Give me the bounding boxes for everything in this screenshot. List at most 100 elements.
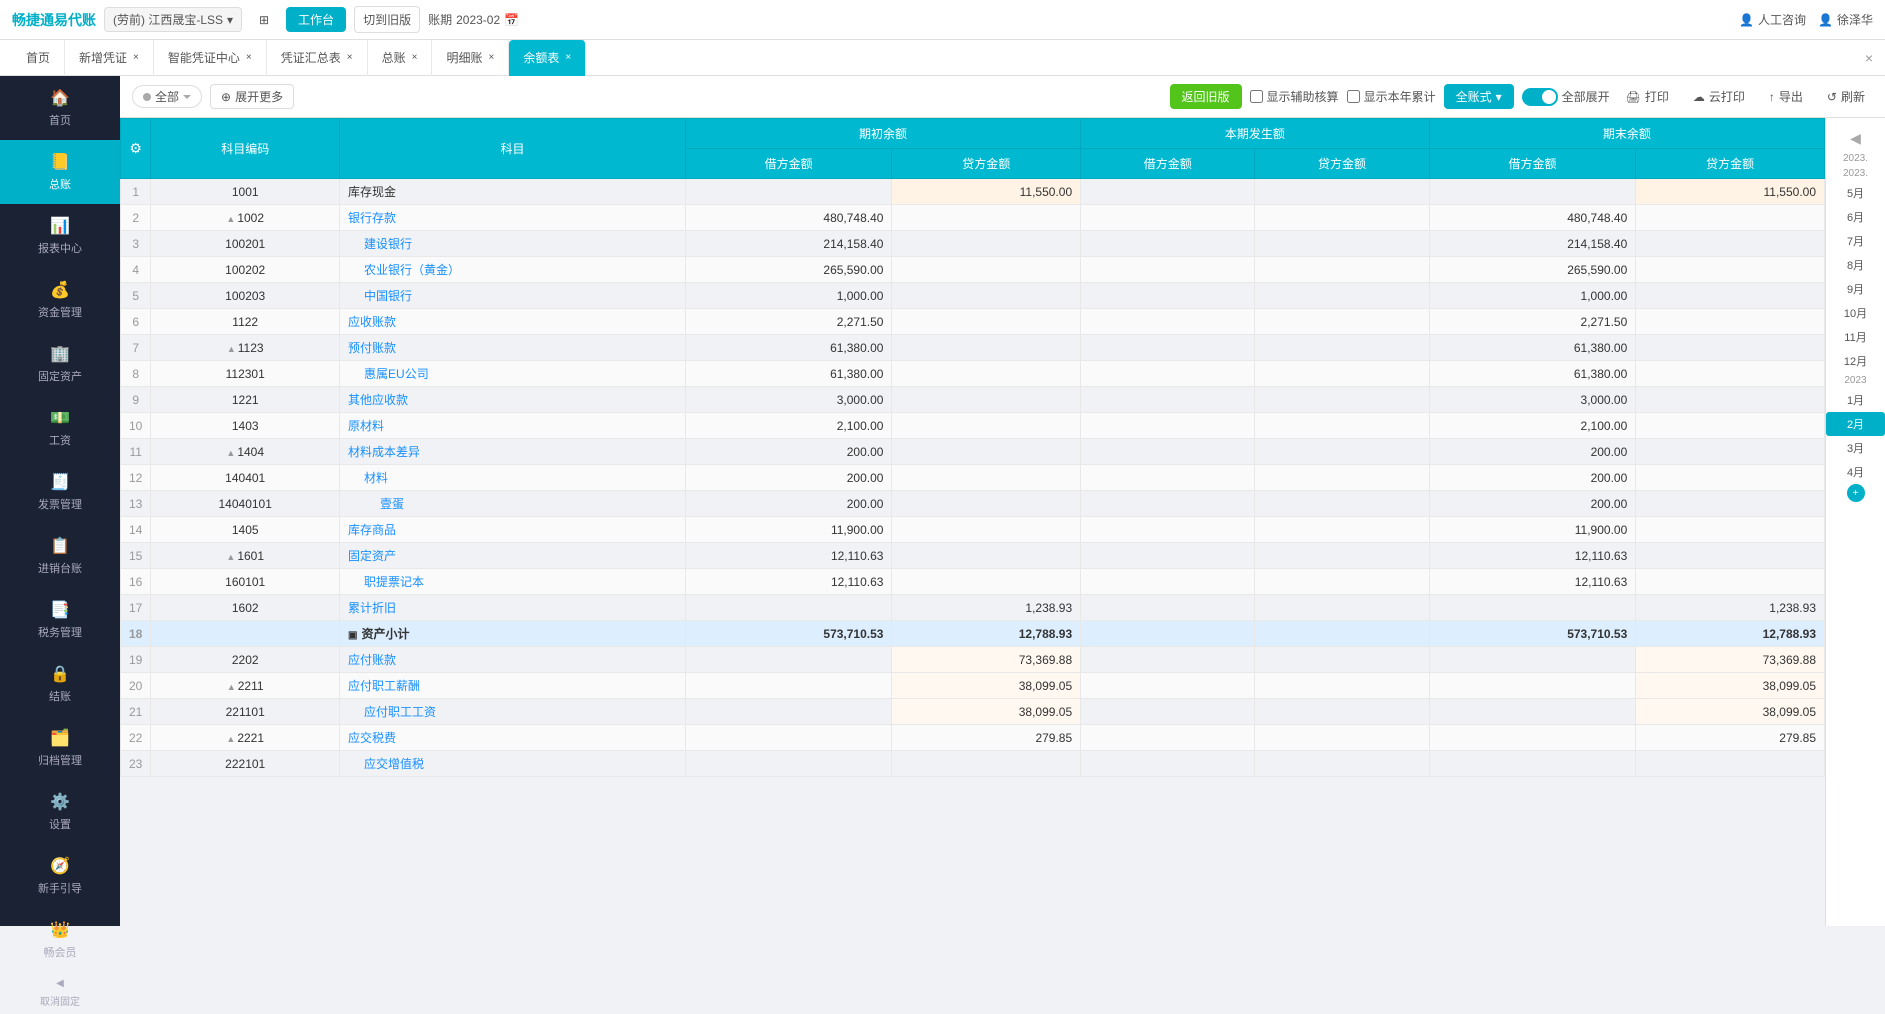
- month-item-6[interactable]: 6月: [1826, 205, 1885, 229]
- row-name-4[interactable]: 中国银行: [340, 283, 686, 309]
- row-name-link-1[interactable]: 银行存款: [348, 211, 396, 225]
- month-item-3[interactable]: 3月: [1826, 436, 1885, 460]
- row-name-12[interactable]: 壹蛋: [340, 491, 686, 517]
- row-name-22[interactable]: 应交增值税: [340, 751, 686, 777]
- switch-version-button[interactable]: 切到旧版: [354, 6, 420, 33]
- row-name-link-3[interactable]: 农业银行（黄金）: [364, 263, 460, 277]
- tab-ledger[interactable]: 总账 ×: [368, 40, 433, 76]
- row-name-19[interactable]: 应付职工薪酬: [340, 673, 686, 699]
- month-item-4[interactable]: 4月: [1826, 460, 1885, 484]
- help-section[interactable]: 👤 人工咨询: [1739, 11, 1806, 28]
- row-name-link-10[interactable]: 材料成本差异: [348, 445, 420, 459]
- refresh-button[interactable]: ↺ 刷新: [1819, 85, 1873, 108]
- row-name-link-8[interactable]: 其他应收款: [348, 393, 408, 407]
- full-format-button[interactable]: 全账式 ▾: [1444, 84, 1514, 109]
- row-name-8[interactable]: 其他应收款: [340, 387, 686, 413]
- table-container[interactable]: ⚙ 科目编码 科目 期初余额 本期发生额 期末余额 借方金额 贷方金额 借方金额: [120, 118, 1825, 926]
- tab-close-smart-verify[interactable]: ×: [246, 52, 252, 63]
- row-name-link-13[interactable]: 库存商品: [348, 523, 396, 537]
- row-name-link-16[interactable]: 累计折旧: [348, 601, 396, 615]
- sidebar-item-closing[interactable]: 🔒 结账: [0, 652, 120, 716]
- calendar-icon[interactable]: 📅: [504, 13, 519, 27]
- row-name-link-5[interactable]: 应收账款: [348, 315, 396, 329]
- row-name-5[interactable]: 应收账款: [340, 309, 686, 335]
- row-name-link-14[interactable]: 固定资产: [348, 549, 396, 563]
- month-item-11[interactable]: 11月: [1826, 325, 1885, 349]
- return-old-version-button[interactable]: 返回旧版: [1170, 84, 1242, 109]
- print-button[interactable]: 🖨 打印: [1618, 85, 1677, 108]
- table-settings-icon[interactable]: ⚙: [129, 140, 142, 156]
- show-ytd-checkbox[interactable]: 显示本年累计: [1347, 88, 1436, 105]
- row-name-link-20[interactable]: 应付职工工资: [364, 705, 436, 719]
- month-item-2-active[interactable]: 2月: [1826, 412, 1885, 436]
- row-name-15[interactable]: 职提票记本: [340, 569, 686, 595]
- tab-balance[interactable]: 余额表 ×: [509, 40, 586, 76]
- add-period-icon[interactable]: +: [1847, 484, 1865, 502]
- sidebar-item-ledger[interactable]: 📒 总账: [0, 140, 120, 204]
- sidebar-item-guide[interactable]: 🧭 新手引导: [0, 844, 120, 908]
- sidebar-item-fixed-asset[interactable]: 🏢 固定资产: [0, 332, 120, 396]
- expand-arrow-icon[interactable]: ▲: [226, 214, 235, 224]
- row-name-link-6[interactable]: 预付账款: [348, 341, 396, 355]
- row-name-link-18[interactable]: 应付账款: [348, 653, 396, 667]
- sidebar-unpin-button[interactable]: ◀ 取消固定: [0, 972, 120, 1014]
- tab-close-ledger[interactable]: ×: [412, 52, 418, 63]
- tab-close-new-voucher[interactable]: ×: [133, 52, 139, 63]
- expand-more-button[interactable]: ⊕ 展开更多: [210, 84, 294, 109]
- sidebar-item-archive[interactable]: 🗂️ 归档管理: [0, 716, 120, 780]
- cloud-print-button[interactable]: ☁ 云打印: [1685, 85, 1753, 108]
- tab-new-voucher[interactable]: 新增凭证 ×: [65, 40, 154, 76]
- tab-close-voucher-summary[interactable]: ×: [347, 52, 353, 63]
- row-name-1[interactable]: 银行存款: [340, 205, 686, 231]
- month-item-1[interactable]: 1月: [1826, 388, 1885, 412]
- sidebar-item-asset-mgmt[interactable]: 💰 资金管理: [0, 268, 120, 332]
- month-item-5[interactable]: 5月: [1826, 181, 1885, 205]
- expand-all-toggle[interactable]: 全部展开: [1522, 88, 1610, 106]
- month-item-12[interactable]: 12月: [1826, 349, 1885, 373]
- sidebar-item-invoice[interactable]: 🧾 发票管理: [0, 460, 120, 524]
- row-name-9[interactable]: 原材料: [340, 413, 686, 439]
- sidebar-item-tax[interactable]: 📑 税务管理: [0, 588, 120, 652]
- row-name-7[interactable]: 惠属EU公司: [340, 361, 686, 387]
- tab-detail-ledger[interactable]: 明细账 ×: [432, 40, 509, 76]
- expand-arrow-icon[interactable]: ▲: [227, 682, 236, 692]
- row-name-11[interactable]: 材料: [340, 465, 686, 491]
- workbench-button[interactable]: 工作台: [286, 7, 346, 32]
- copy-icon[interactable]: ⊞: [250, 6, 278, 34]
- row-name-13[interactable]: 库存商品: [340, 517, 686, 543]
- tab-smart-verify[interactable]: 智能凭证中心 ×: [154, 40, 267, 76]
- month-item-8[interactable]: 8月: [1826, 253, 1885, 277]
- sidebar-item-report[interactable]: 📊 报表中心: [0, 204, 120, 268]
- col-setting-header[interactable]: ⚙: [121, 119, 151, 179]
- sidebar-item-settings[interactable]: ⚙️ 设置: [0, 780, 120, 844]
- expand-arrow-icon[interactable]: ▲: [226, 552, 235, 562]
- row-name-link-11[interactable]: 材料: [364, 471, 388, 485]
- row-name-14[interactable]: 固定资产: [340, 543, 686, 569]
- toggle-switch-icon[interactable]: [1522, 88, 1558, 106]
- row-name-link-19[interactable]: 应付职工薪酬: [348, 679, 420, 693]
- show-aux-input[interactable]: [1250, 90, 1263, 103]
- row-name-link-21[interactable]: 应交税费: [348, 731, 396, 745]
- row-name-link-7[interactable]: 惠属EU公司: [364, 367, 429, 381]
- show-ytd-input[interactable]: [1347, 90, 1360, 103]
- expand-arrow-icon[interactable]: ▲: [226, 734, 235, 744]
- row-name-link-4[interactable]: 中国银行: [364, 289, 412, 303]
- tab-voucher-summary[interactable]: 凭证汇总表 ×: [267, 40, 368, 76]
- expand-arrow-icon[interactable]: ▲: [227, 344, 236, 354]
- row-name-2[interactable]: 建设银行: [340, 231, 686, 257]
- row-name-6[interactable]: 预付账款: [340, 335, 686, 361]
- export-button[interactable]: ↑ 导出: [1761, 85, 1811, 108]
- sidebar-item-home[interactable]: 🏠 首页: [0, 76, 120, 140]
- sidebar-item-purchase-sales[interactable]: 📋 进销台账: [0, 524, 120, 588]
- row-name-20[interactable]: 应付职工工资: [340, 699, 686, 725]
- tab-close-detail-ledger[interactable]: ×: [488, 52, 494, 63]
- row-name-10[interactable]: 材料成本差异: [340, 439, 686, 465]
- row-name-3[interactable]: 农业银行（黄金）: [340, 257, 686, 283]
- month-item-10[interactable]: 10月: [1826, 301, 1885, 325]
- tab-home[interactable]: 首页: [12, 40, 65, 76]
- row-name-link-2[interactable]: 建设银行: [364, 237, 412, 251]
- show-aux-checkbox[interactable]: 显示辅助核算: [1250, 88, 1339, 105]
- company-selector[interactable]: (劳前) 江西晟宝-LSS ▾: [104, 7, 242, 32]
- sidebar-item-salary[interactable]: 💵 工资: [0, 396, 120, 460]
- month-item-9[interactable]: 9月: [1826, 277, 1885, 301]
